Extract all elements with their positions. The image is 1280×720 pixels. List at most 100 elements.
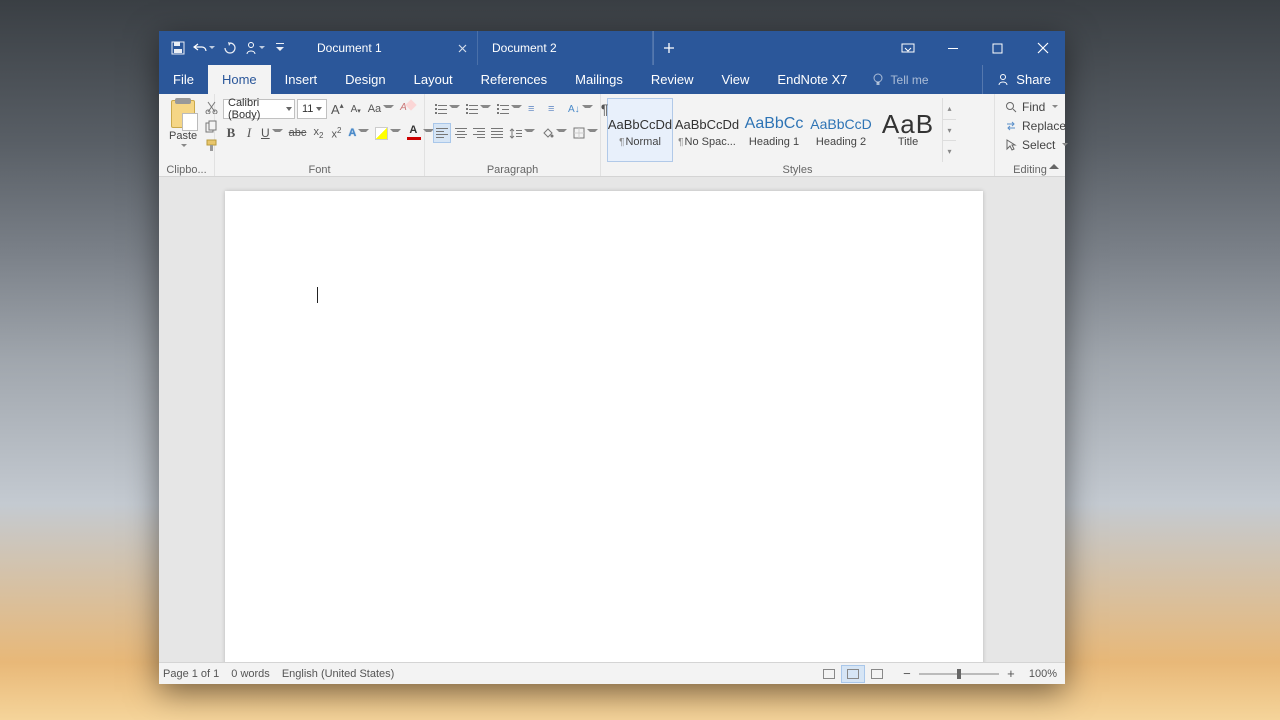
- text-effects-button[interactable]: A: [346, 123, 371, 143]
- font-name-combo[interactable]: Calibri (Body): [223, 99, 295, 119]
- zoom-thumb[interactable]: [957, 669, 961, 679]
- group-label-styles: Styles: [605, 162, 990, 176]
- increase-indent-button[interactable]: ≡: [546, 99, 564, 119]
- shading-button[interactable]: [539, 123, 569, 143]
- maximize-button[interactable]: [975, 31, 1020, 65]
- find-button[interactable]: Find: [1005, 98, 1058, 116]
- line-spacing-icon: [509, 127, 522, 140]
- highlight-button[interactable]: [373, 123, 403, 143]
- ribbon-tabs: File Home Insert Design Layout Reference…: [159, 65, 1065, 94]
- italic-button[interactable]: I: [241, 123, 257, 143]
- strikethrough-button[interactable]: abc: [287, 123, 309, 143]
- tab-layout[interactable]: Layout: [400, 65, 467, 94]
- tell-me-search[interactable]: Tell me: [862, 65, 939, 94]
- document-tab-label: Document 1: [317, 41, 455, 55]
- styles-scroll-up[interactable]: ▴: [943, 98, 956, 119]
- align-center-icon: [455, 128, 467, 138]
- close-window-button[interactable]: [1020, 31, 1065, 65]
- redo-button[interactable]: [221, 39, 239, 57]
- font-size-combo[interactable]: 11: [297, 99, 327, 119]
- zoom-in-button[interactable]: +: [1005, 668, 1017, 680]
- word-count[interactable]: 0 words: [231, 668, 270, 680]
- grow-font-button[interactable]: A▴: [329, 99, 346, 119]
- tab-review[interactable]: Review: [637, 65, 708, 94]
- font-color-button[interactable]: [405, 123, 436, 143]
- select-button[interactable]: Select: [1005, 136, 1068, 154]
- web-layout-button[interactable]: [865, 665, 889, 683]
- line-spacing-button[interactable]: [507, 123, 537, 143]
- paste-icon: [171, 100, 195, 128]
- save-icon[interactable]: [169, 39, 187, 57]
- page-indicator[interactable]: Page 1 of 1: [163, 668, 219, 680]
- tab-view[interactable]: View: [707, 65, 763, 94]
- paste-button[interactable]: Paste: [165, 98, 201, 151]
- touch-mode-button[interactable]: [245, 41, 265, 55]
- subscript-button[interactable]: x2: [310, 123, 326, 143]
- zoom-track[interactable]: [919, 673, 999, 675]
- styles-expand[interactable]: ▾: [943, 140, 956, 162]
- style-title[interactable]: AaB Title: [875, 98, 941, 162]
- tab-file[interactable]: File: [159, 65, 208, 94]
- ribbon-display-button[interactable]: [885, 31, 930, 65]
- clear-formatting-button[interactable]: [398, 99, 416, 119]
- language-indicator[interactable]: English (United States): [282, 668, 395, 680]
- shrink-font-button[interactable]: A▾: [348, 99, 364, 119]
- collapse-ribbon-button[interactable]: [1047, 159, 1061, 173]
- share-icon: [997, 73, 1010, 86]
- styles-scroll-down[interactable]: ▾: [943, 119, 956, 141]
- document-tab-1[interactable]: Document 1: [303, 31, 478, 65]
- search-icon: [1005, 101, 1017, 113]
- page[interactable]: [225, 191, 983, 662]
- replace-button[interactable]: Replace: [1005, 117, 1066, 135]
- tab-endnote[interactable]: EndNote X7: [763, 65, 861, 94]
- bullets-button[interactable]: [433, 99, 462, 119]
- align-left-button[interactable]: [433, 123, 451, 143]
- share-button[interactable]: Share: [982, 65, 1065, 94]
- undo-button[interactable]: [193, 42, 215, 54]
- justify-button[interactable]: [489, 123, 505, 143]
- replace-icon: [1005, 120, 1017, 132]
- minimize-button[interactable]: [930, 31, 975, 65]
- close-tab-icon[interactable]: [455, 41, 469, 55]
- share-label: Share: [1016, 72, 1051, 87]
- tab-references[interactable]: References: [467, 65, 561, 94]
- style-normal[interactable]: AaBbCcDd ¶Normal: [607, 98, 673, 162]
- decrease-indent-button[interactable]: ≡: [526, 99, 544, 119]
- bold-button[interactable]: B: [223, 123, 239, 143]
- tab-home[interactable]: Home: [208, 65, 271, 94]
- titlebar: Document 1 Document 2: [159, 31, 1065, 65]
- multilevel-list-button[interactable]: [495, 99, 524, 119]
- sort-button[interactable]: A↓: [566, 99, 595, 119]
- superscript-button[interactable]: x2: [328, 123, 344, 143]
- zoom-out-button[interactable]: −: [901, 668, 913, 680]
- tab-design[interactable]: Design: [331, 65, 399, 94]
- qat-customize-button[interactable]: [271, 39, 289, 57]
- read-mode-button[interactable]: [817, 665, 841, 683]
- align-center-button[interactable]: [453, 123, 469, 143]
- bullets-icon: [435, 103, 447, 115]
- document-tab-2[interactable]: Document 2: [478, 31, 653, 65]
- document-canvas[interactable]: [159, 177, 1065, 662]
- change-case-button[interactable]: Aa: [366, 99, 396, 119]
- cursor-icon: [1005, 139, 1017, 151]
- print-layout-button[interactable]: [841, 665, 865, 683]
- text-cursor: [317, 287, 318, 303]
- style-no-spacing[interactable]: AaBbCcDd ¶No Spac...: [674, 98, 740, 162]
- align-right-icon: [473, 128, 485, 138]
- new-tab-button[interactable]: [653, 31, 683, 65]
- underline-button[interactable]: U: [259, 123, 285, 143]
- word-window: Document 1 Document 2 File Home Insert D…: [159, 31, 1065, 684]
- document-tab-label: Document 2: [492, 41, 644, 55]
- document-tabs: Document 1 Document 2: [303, 31, 683, 65]
- tab-mailings[interactable]: Mailings: [561, 65, 637, 94]
- borders-button[interactable]: [571, 123, 600, 143]
- tab-insert[interactable]: Insert: [271, 65, 332, 94]
- numbering-button[interactable]: [464, 99, 493, 119]
- show-marks-button[interactable]: ¶: [597, 99, 613, 119]
- group-styles: AaBbCcDd ¶Normal AaBbCcDd ¶No Spac... Aa…: [601, 94, 995, 176]
- view-buttons: [817, 665, 889, 683]
- align-right-button[interactable]: [471, 123, 487, 143]
- style-heading-2[interactable]: AaBbCcD Heading 2: [808, 98, 874, 162]
- style-heading-1[interactable]: AaBbCc Heading 1: [741, 98, 807, 162]
- zoom-level[interactable]: 100%: [1029, 668, 1057, 680]
